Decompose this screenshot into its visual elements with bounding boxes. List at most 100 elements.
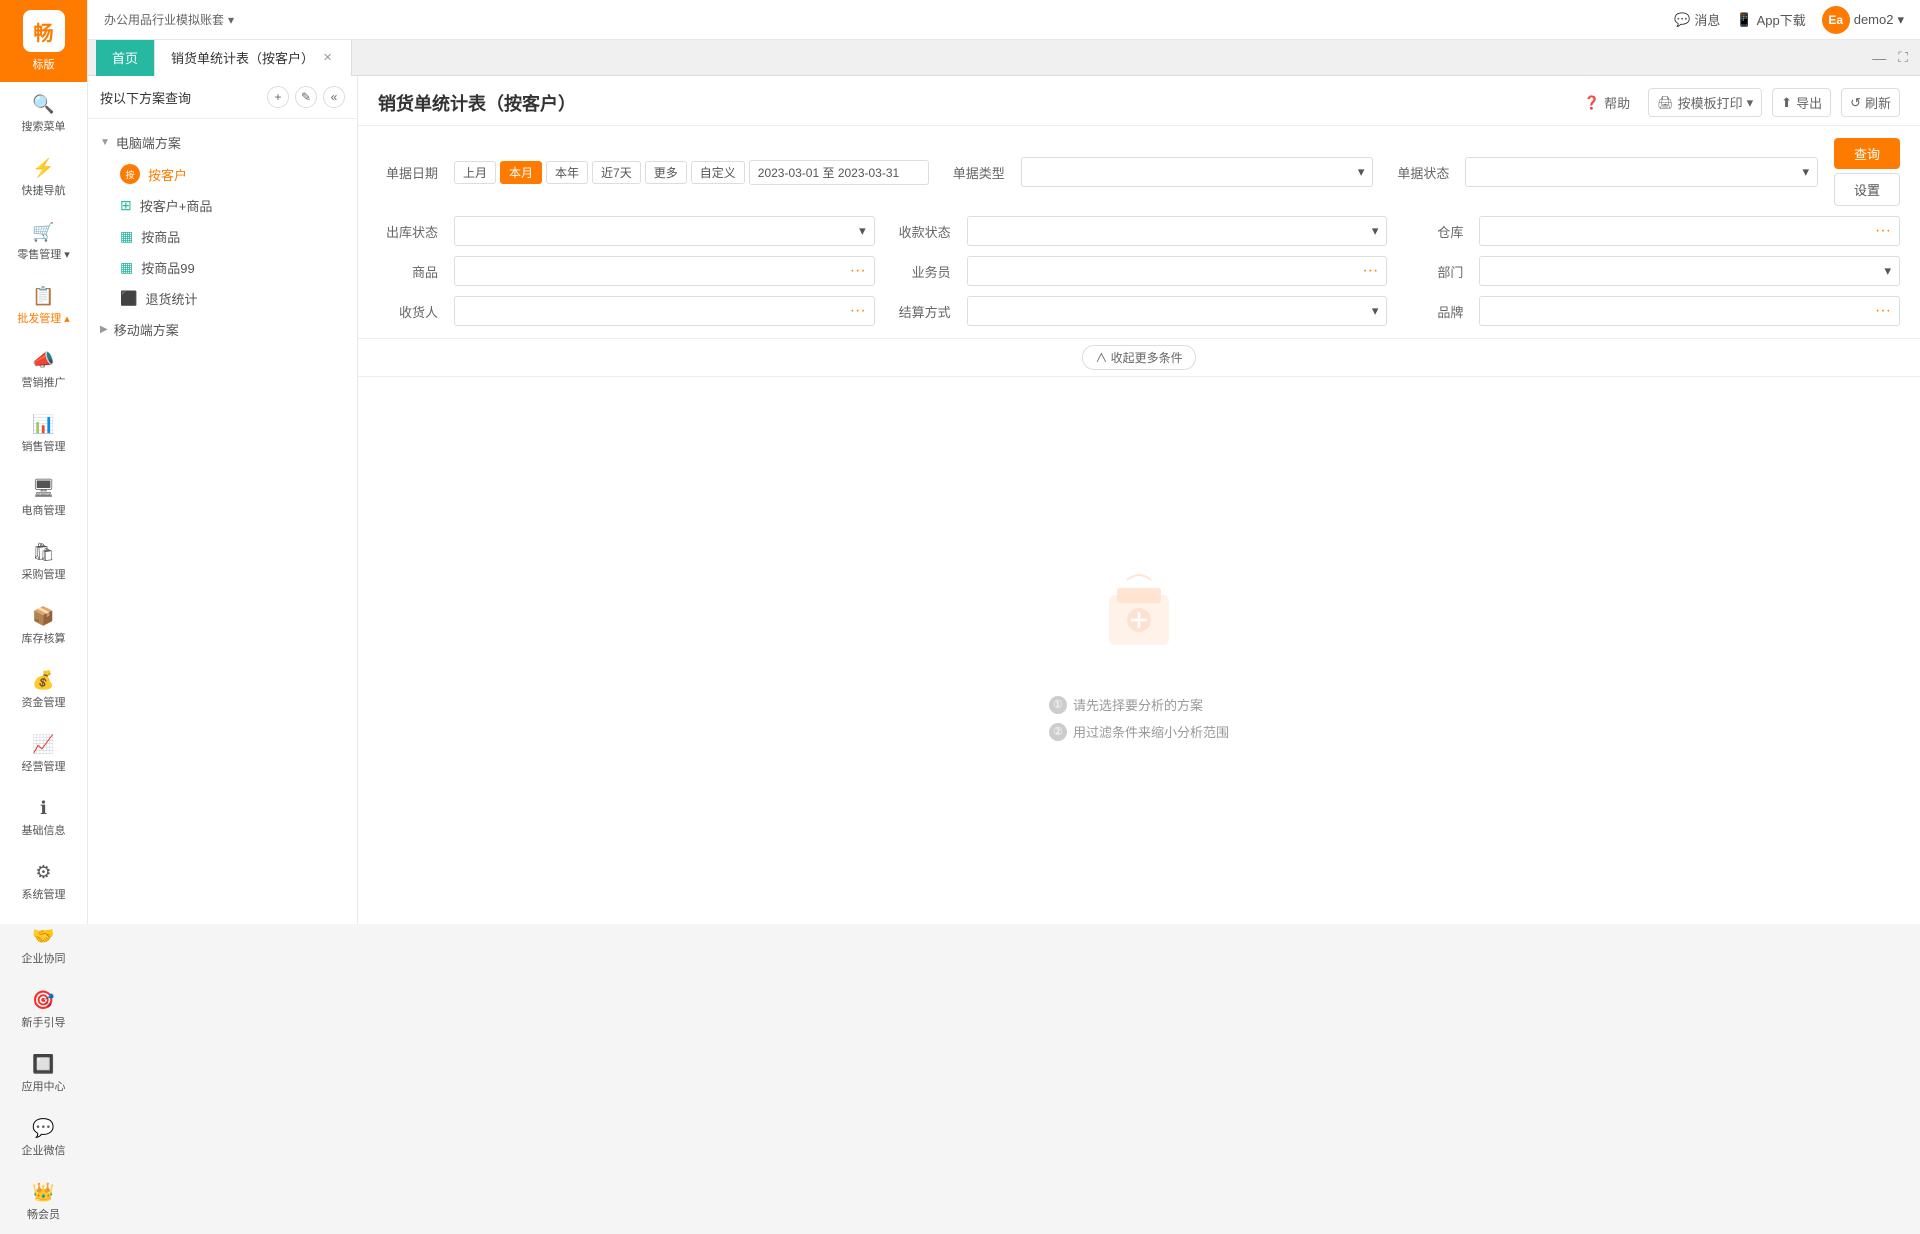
app-name-dropdown[interactable]: 办公用品行业模拟账套 ▾ — [104, 11, 234, 28]
sidebar-item-management[interactable]: 📈 经营管理 — [0, 722, 87, 786]
collab-nav-icon: 🤝 — [32, 926, 54, 947]
appstore-nav-icon: 🔲 — [32, 1054, 54, 1075]
tab-minimize-button[interactable]: — — [1868, 45, 1890, 70]
sidebar-item-finance[interactable]: 💰 资金管理 — [0, 658, 87, 722]
sidebar-item-marketing[interactable]: 📣 营销推广 — [0, 338, 87, 402]
date-more[interactable]: 更多 — [645, 161, 687, 184]
tab-report-close[interactable]: ✕ — [320, 50, 335, 65]
topbar-right: 💬 消息 📱 App下载 Ea demo2 ▾ — [1674, 6, 1904, 34]
tree-item-customer-product[interactable]: ⊞ 按客户+商品 — [88, 190, 357, 221]
query-button[interactable]: 查询 — [1834, 138, 1900, 169]
out-status-label: 出库状态 — [378, 222, 438, 241]
help-label: 帮助 — [1604, 93, 1630, 112]
warehouse-select[interactable]: ··· — [1479, 216, 1900, 246]
customer-scheme-label: 按客户 — [148, 165, 187, 184]
system-nav-label: 系统管理 — [22, 886, 66, 902]
settlement-select[interactable]: ▾ — [967, 296, 1388, 326]
department-arrow: ▾ — [1884, 263, 1891, 279]
message-icon: 💬 — [1674, 12, 1690, 28]
brand-dots[interactable]: ··· — [1875, 302, 1891, 320]
sidebar-item-member[interactable]: 👑 畅会员 — [0, 1170, 87, 1234]
purchase-nav-label: 采购管理 — [22, 566, 66, 582]
salesperson-dots[interactable]: ··· — [1362, 262, 1378, 280]
user-area[interactable]: Ea demo2 ▾ — [1822, 6, 1904, 34]
warehouse-dots[interactable]: ··· — [1875, 222, 1891, 240]
empty-tip-1: ① 请先选择要分析的方案 — [1049, 695, 1229, 714]
settlement-label: 结算方式 — [891, 302, 951, 321]
mobile-group-arrow: ▶ — [100, 324, 108, 335]
tree-item-return-stat[interactable]: ⬛ 退货统计 — [88, 283, 357, 314]
refresh-icon: ↺ — [1850, 95, 1861, 111]
wholesale-nav-icon: 📋 — [32, 286, 54, 307]
finance-nav-label: 资金管理 — [22, 694, 66, 710]
logo-icon: 畅 — [23, 10, 65, 52]
print-button[interactable]: 🖨 按模板打印 ▾ — [1648, 88, 1762, 117]
refresh-button[interactable]: ↺ 刷新 — [1841, 88, 1900, 117]
message-button[interactable]: 💬 消息 — [1674, 10, 1720, 29]
department-label: 部门 — [1403, 262, 1463, 281]
sidebar-item-guide[interactable]: 🎯 新手引导 — [0, 978, 87, 1042]
setting-button[interactable]: 设置 — [1834, 173, 1900, 206]
brand-select[interactable]: ··· — [1479, 296, 1900, 326]
tab-report-label: 销货单统计表（按客户） — [171, 48, 314, 67]
desktop-group-arrow: ▼ — [100, 137, 110, 148]
receiver-select[interactable]: ··· — [454, 296, 875, 326]
tree-item-product99[interactable]: ▦ 按商品99 — [88, 252, 357, 283]
product-dots[interactable]: ··· — [850, 262, 866, 280]
department-select[interactable]: ▾ — [1479, 256, 1900, 286]
tab-maximize-button[interactable]: ⛶ — [1894, 45, 1912, 70]
app-download-button[interactable]: 📱 App下载 — [1736, 10, 1805, 29]
sidebar-item-inventory[interactable]: 📦 库存核算 — [0, 594, 87, 658]
tab-report[interactable]: 销货单统计表（按客户） ✕ — [155, 40, 352, 76]
receiver-dots[interactable]: ··· — [850, 302, 866, 320]
sidebar-item-appstore[interactable]: 🔲 应用中心 — [0, 1042, 87, 1106]
product-select[interactable]: ··· — [454, 256, 875, 286]
date-last-month[interactable]: 上月 — [454, 161, 496, 184]
tree-mobile-group[interactable]: ▶ 移动端方案 — [88, 314, 357, 345]
sidebar-item-wholesale[interactable]: 📋 批发管理 ▴ — [0, 274, 87, 338]
sidebar-item-base[interactable]: ℹ 基础信息 — [0, 786, 87, 850]
order-status-select[interactable]: ▾ — [1465, 157, 1818, 187]
sidebar-item-shortcut[interactable]: ⚡ 快捷导航 — [0, 146, 87, 210]
tab-home-label: 首页 — [112, 48, 138, 67]
order-type-select[interactable]: ▾ — [1021, 157, 1374, 187]
collapse-panel-button[interactable]: « — [323, 86, 345, 108]
out-status-select[interactable]: ▾ — [454, 216, 875, 246]
sidebar-item-purchase[interactable]: 🛍 采购管理 — [0, 530, 87, 594]
payment-status-select[interactable]: ▾ — [967, 216, 1388, 246]
edit-scheme-button[interactable]: ✎ — [295, 86, 317, 108]
sidebar-item-weixin[interactable]: 💬 企业微信 — [0, 1106, 87, 1170]
app-name-text: 办公用品行业模拟账套 — [104, 11, 224, 28]
tree-item-by-product[interactable]: ▦ 按商品 — [88, 221, 357, 252]
date-range-display[interactable]: 2023-03-01 至 2023-03-31 — [749, 160, 929, 185]
action-buttons: 查询 设置 — [1834, 138, 1900, 206]
tab-home[interactable]: 首页 — [96, 40, 155, 76]
return-stat-icon: ⬛ — [120, 290, 137, 307]
date-custom[interactable]: 自定义 — [691, 161, 745, 184]
date-this-year[interactable]: 本年 — [546, 161, 588, 184]
salesperson-select[interactable]: ··· — [967, 256, 1388, 286]
warehouse-label: 仓库 — [1403, 222, 1463, 241]
date-this-month[interactable]: 本月 — [500, 161, 542, 184]
sidebar-item-sales[interactable]: 📊 销售管理 — [0, 402, 87, 466]
sidebar-item-retail[interactable]: 🛒 零售管理 ▾ — [0, 210, 87, 274]
date-last-7days[interactable]: 近7天 — [592, 161, 641, 184]
add-scheme-button[interactable]: + — [267, 86, 289, 108]
wholesale-nav-label: 批发管理 ▴ — [17, 310, 70, 326]
export-button[interactable]: ⬆ 导出 — [1772, 88, 1831, 117]
inventory-nav-icon: 📦 — [32, 606, 54, 627]
logo-area[interactable]: 畅 标版 — [0, 0, 87, 82]
sidebar-item-system[interactable]: ⚙ 系统管理 — [0, 850, 87, 914]
sidebar-item-ecommerce[interactable]: 🖥 电商管理 — [0, 466, 87, 530]
tree-desktop-group[interactable]: ▼ 电脑端方案 — [88, 127, 357, 158]
tip-num-1: ① — [1049, 696, 1067, 714]
system-nav-icon: ⚙ — [35, 862, 51, 883]
tree-item-by-customer[interactable]: 按 按客户 — [88, 158, 357, 190]
out-status-arrow: ▾ — [859, 223, 866, 239]
collapse-more-button[interactable]: ∧ 收起更多条件 — [1082, 345, 1195, 370]
product-label: 商品 — [378, 262, 438, 281]
help-button[interactable]: ❓ 帮助 — [1576, 89, 1638, 116]
collab-nav-label: 企业协同 — [22, 950, 66, 966]
empty-tips: ① 请先选择要分析的方案 ② 用过滤条件来缩小分析范围 — [1049, 695, 1229, 741]
sidebar-item-search[interactable]: 🔍 搜索菜单 — [0, 82, 87, 146]
